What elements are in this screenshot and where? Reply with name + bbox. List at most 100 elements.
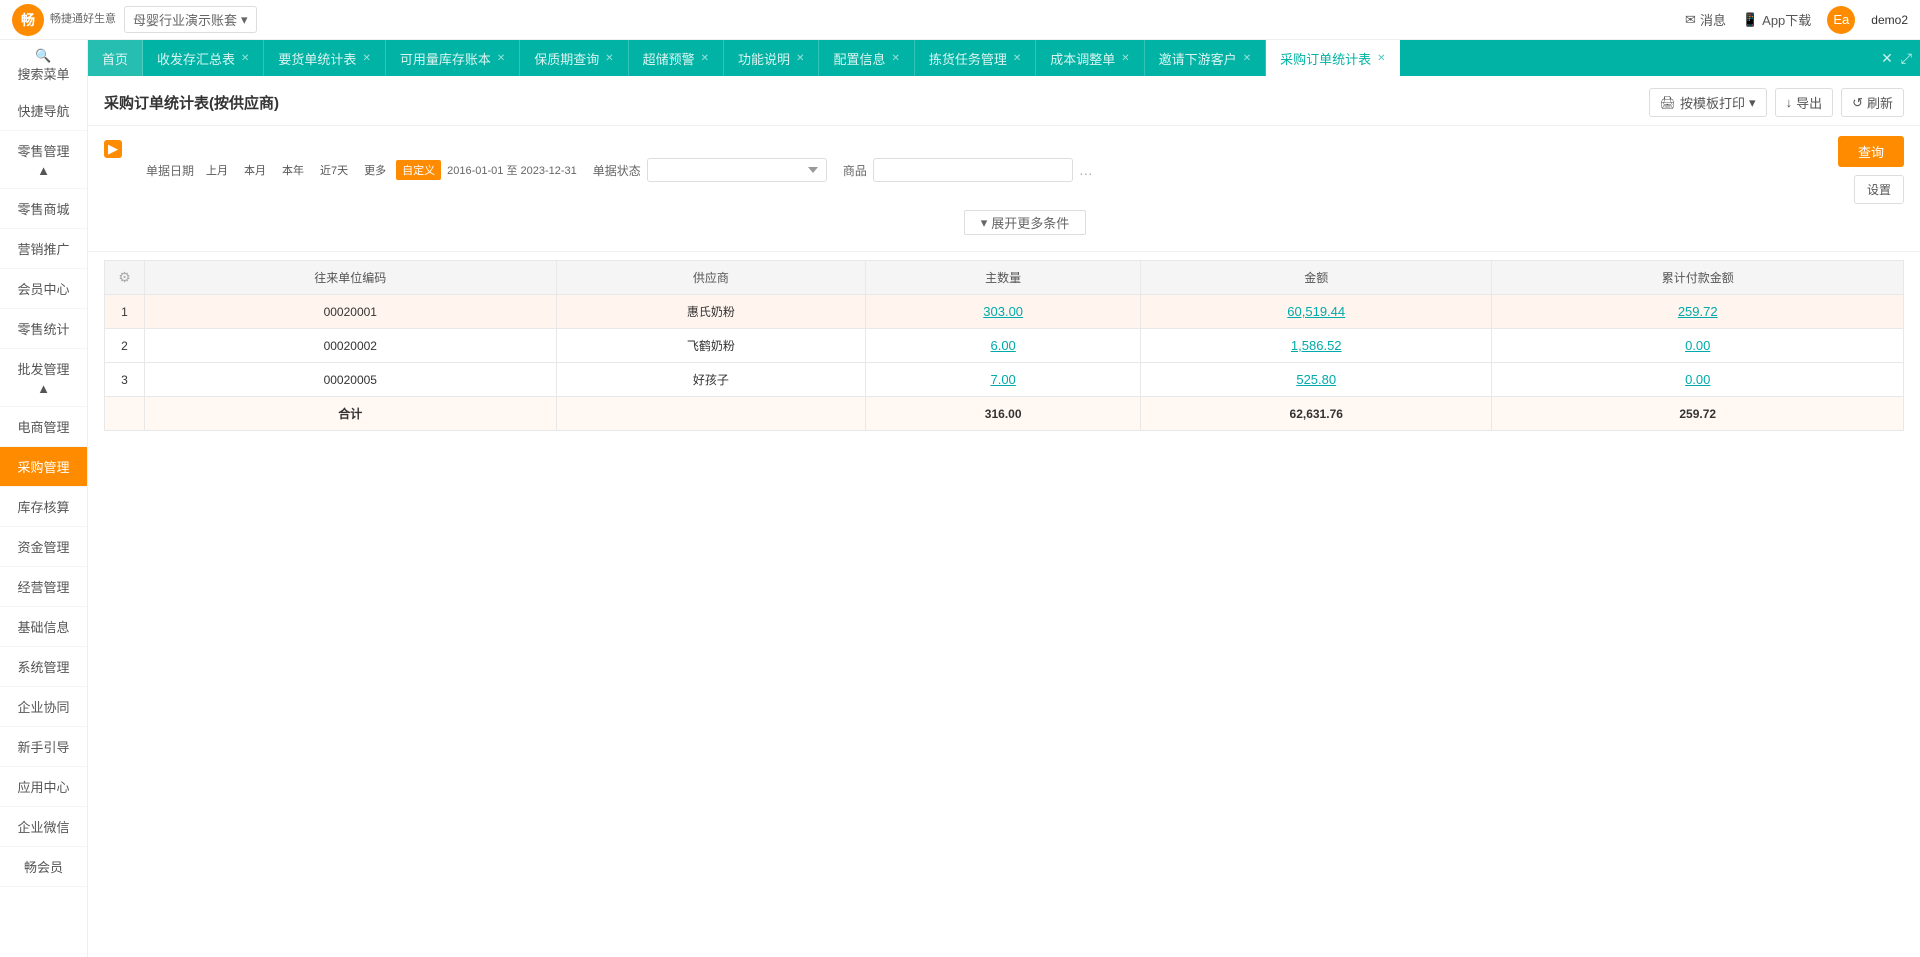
date-more-btn[interactable]: 更多: [358, 160, 392, 180]
expand-more-row: ▾ 展开更多条件: [146, 204, 1904, 241]
enterprise-label: 企业协同: [17, 697, 69, 716]
tab-close-icon[interactable]: ✕: [1243, 53, 1251, 64]
tab-goods-stat-label: 要货单统计表: [278, 49, 356, 68]
message-action[interactable]: ✉ 消息: [1685, 10, 1726, 29]
filter-toggle-btn[interactable]: ▶: [104, 140, 122, 158]
tab-bar: 首页 收发存汇总表 ✕ 要货单统计表 ✕ 可用量库存账本 ✕ 保质期查询 ✕ 超…: [88, 40, 1920, 76]
sidebar-item-marketing[interactable]: 营销推广: [0, 229, 87, 269]
sidebar-item-ecommerce[interactable]: 电商管理: [0, 407, 87, 447]
tab-invite-customer[interactable]: 邀请下游客户 ✕: [1145, 40, 1266, 76]
print-icon: 🖨: [1660, 95, 1677, 111]
sidebar-item-search[interactable]: 🔍 搜索菜单: [0, 40, 87, 91]
search-button[interactable]: 查询: [1838, 136, 1904, 167]
sidebar-item-retail[interactable]: 零售管理 ▲: [0, 131, 87, 189]
user-avatar[interactable]: Ea: [1827, 6, 1855, 34]
table-row[interactable]: 2 00020002 飞鹤奶粉 6.00 1,586.52 0.00: [105, 329, 1904, 363]
sidebar-item-wholesale[interactable]: 批发管理 ▲: [0, 349, 87, 407]
tab-close-icon[interactable]: ✕: [241, 53, 249, 64]
tab-cost-label: 成本调整单: [1050, 49, 1115, 68]
cell-qty: 7.00: [866, 363, 1141, 397]
tab-config-info[interactable]: 配置信息 ✕: [819, 40, 914, 76]
tab-close-icon[interactable]: ✕: [605, 53, 613, 64]
sidebar-item-member[interactable]: 会员中心: [0, 269, 87, 309]
goods-input[interactable]: [873, 158, 1073, 182]
tab-func-desc[interactable]: 功能说明 ✕: [724, 40, 819, 76]
tab-purchase-stat[interactable]: 采购订单统计表 ✕: [1266, 40, 1400, 76]
phone-icon: 📱: [1742, 12, 1758, 28]
refresh-icon: ↺: [1852, 95, 1863, 111]
tab-collect-pay-label: 收发存汇总表: [157, 49, 235, 68]
table-area: ⚙ 往来单位编码 供应商 主数量 金额 累计付款金额 1 00020001: [88, 252, 1920, 957]
cell-paid: 0.00: [1492, 363, 1904, 397]
sidebar-item-enterprise[interactable]: 企业协同: [0, 687, 87, 727]
expand-label: 展开更多条件: [991, 213, 1069, 232]
filter-area: ▶ 单据日期 上月 本月 本年: [88, 126, 1920, 252]
sidebar-item-quick-nav[interactable]: 快捷导航: [0, 91, 87, 131]
table-row[interactable]: 3 00020005 好孩子 7.00 525.80 0.00: [105, 363, 1904, 397]
date-this-month-btn[interactable]: 本月: [238, 160, 272, 180]
date-7days-btn[interactable]: 近7天: [314, 160, 354, 180]
tab-close-icon[interactable]: ✕: [1121, 53, 1129, 64]
sidebar-item-retail-stat[interactable]: 零售统计: [0, 309, 87, 349]
tab-cost-adjust[interactable]: 成本调整单 ✕: [1036, 40, 1144, 76]
message-icon: ✉: [1685, 12, 1696, 28]
tab-close-icon[interactable]: ✕: [701, 53, 709, 64]
finance-label: 资金管理: [17, 537, 69, 556]
template-print-button[interactable]: 🖨 按模板打印 ▾: [1649, 88, 1767, 117]
sidebar-item-app-center[interactable]: 应用中心: [0, 767, 87, 807]
status-select[interactable]: [647, 158, 827, 182]
tab-close-icon[interactable]: ✕: [796, 53, 804, 64]
action-buttons: 查询 设置: [1838, 136, 1904, 204]
tab-close-icon[interactable]: ✕: [1013, 53, 1021, 64]
sidebar-item-finance[interactable]: 资金管理: [0, 527, 87, 567]
tab-close-icon[interactable]: ✕: [497, 53, 505, 64]
sidebar-item-inventory[interactable]: 库存核算: [0, 487, 87, 527]
filter-row-1: 单据日期 上月 本月 本年 近7天 更多 自定义: [146, 136, 1904, 204]
app-download-action[interactable]: 📱 App下载: [1742, 10, 1811, 29]
cell-paid: 0.00: [1492, 329, 1904, 363]
cell-code: 00020002: [145, 329, 557, 363]
wholesale-label: 批发管理: [17, 359, 69, 378]
date-custom-btn[interactable]: 自定义: [396, 160, 441, 180]
sidebar-item-operation[interactable]: 经营管理: [0, 567, 87, 607]
export-button[interactable]: ↓ 导出: [1775, 88, 1834, 117]
sidebar-item-wechat[interactable]: 企业微信: [0, 807, 87, 847]
tab-close-icon[interactable]: ✕: [362, 53, 370, 64]
close-tab-btn[interactable]: ✕: [1881, 50, 1893, 67]
th-supplier: 供应商: [556, 261, 866, 295]
sidebar-item-retail-shop[interactable]: 零售商城: [0, 189, 87, 229]
date-filter-group: 单据日期 上月 本月 本年 近7天 更多 自定义: [146, 160, 577, 180]
maximize-tab-btn[interactable]: ⤢: [1901, 50, 1912, 67]
cell-amount: 1,586.52: [1141, 329, 1492, 363]
date-this-year-btn[interactable]: 本年: [276, 160, 310, 180]
sidebar-item-system[interactable]: 系统管理: [0, 647, 87, 687]
cell-supplier: 飞鹤奶粉: [556, 329, 866, 363]
settings-button[interactable]: 设置: [1854, 175, 1904, 204]
table-row[interactable]: 1 00020001 惠氏奶粉 303.00 60,519.44 259.72: [105, 295, 1904, 329]
workspace-selector[interactable]: 母婴行业演示账套 ▾: [124, 6, 257, 33]
footer-label: 合计: [145, 397, 557, 431]
tab-home[interactable]: 首页: [88, 40, 143, 76]
tab-goods-stat[interactable]: 要货单统计表 ✕: [264, 40, 385, 76]
sidebar-item-basic[interactable]: 基础信息: [0, 607, 87, 647]
goods-more-icon[interactable]: …: [1079, 162, 1093, 178]
tab-close-active-icon[interactable]: ✕: [1377, 53, 1385, 64]
sidebar-item-guide[interactable]: 新手引导: [0, 727, 87, 767]
tab-expiry-query[interactable]: 保质期查询 ✕: [520, 40, 628, 76]
expand-more-btn[interactable]: ▾ 展开更多条件: [964, 210, 1087, 235]
gear-icon[interactable]: ⚙: [118, 269, 131, 285]
header-actions: 🖨 按模板打印 ▾ ↓ 导出 ↺ 刷新: [1649, 88, 1905, 117]
refresh-button[interactable]: ↺ 刷新: [1841, 88, 1904, 117]
tab-overstock[interactable]: 超储预警 ✕: [629, 40, 724, 76]
tab-collect-pay[interactable]: 收发存汇总表 ✕: [143, 40, 264, 76]
goods-filter-label: 商品: [843, 162, 867, 179]
sidebar-item-purchase[interactable]: 采购管理: [0, 447, 87, 487]
tab-pick-task[interactable]: 拣货任务管理 ✕: [915, 40, 1036, 76]
refresh-label: 刷新: [1867, 93, 1893, 112]
tab-available-stock[interactable]: 可用量库存账本 ✕: [386, 40, 520, 76]
date-last-month-btn[interactable]: 上月: [200, 160, 234, 180]
cell-amount: 60,519.44: [1141, 295, 1492, 329]
tab-close-icon[interactable]: ✕: [891, 53, 899, 64]
sidebar-item-vip[interactable]: 畅会员: [0, 847, 87, 887]
tab-purchase-stat-label: 采购订单统计表: [1280, 49, 1371, 68]
